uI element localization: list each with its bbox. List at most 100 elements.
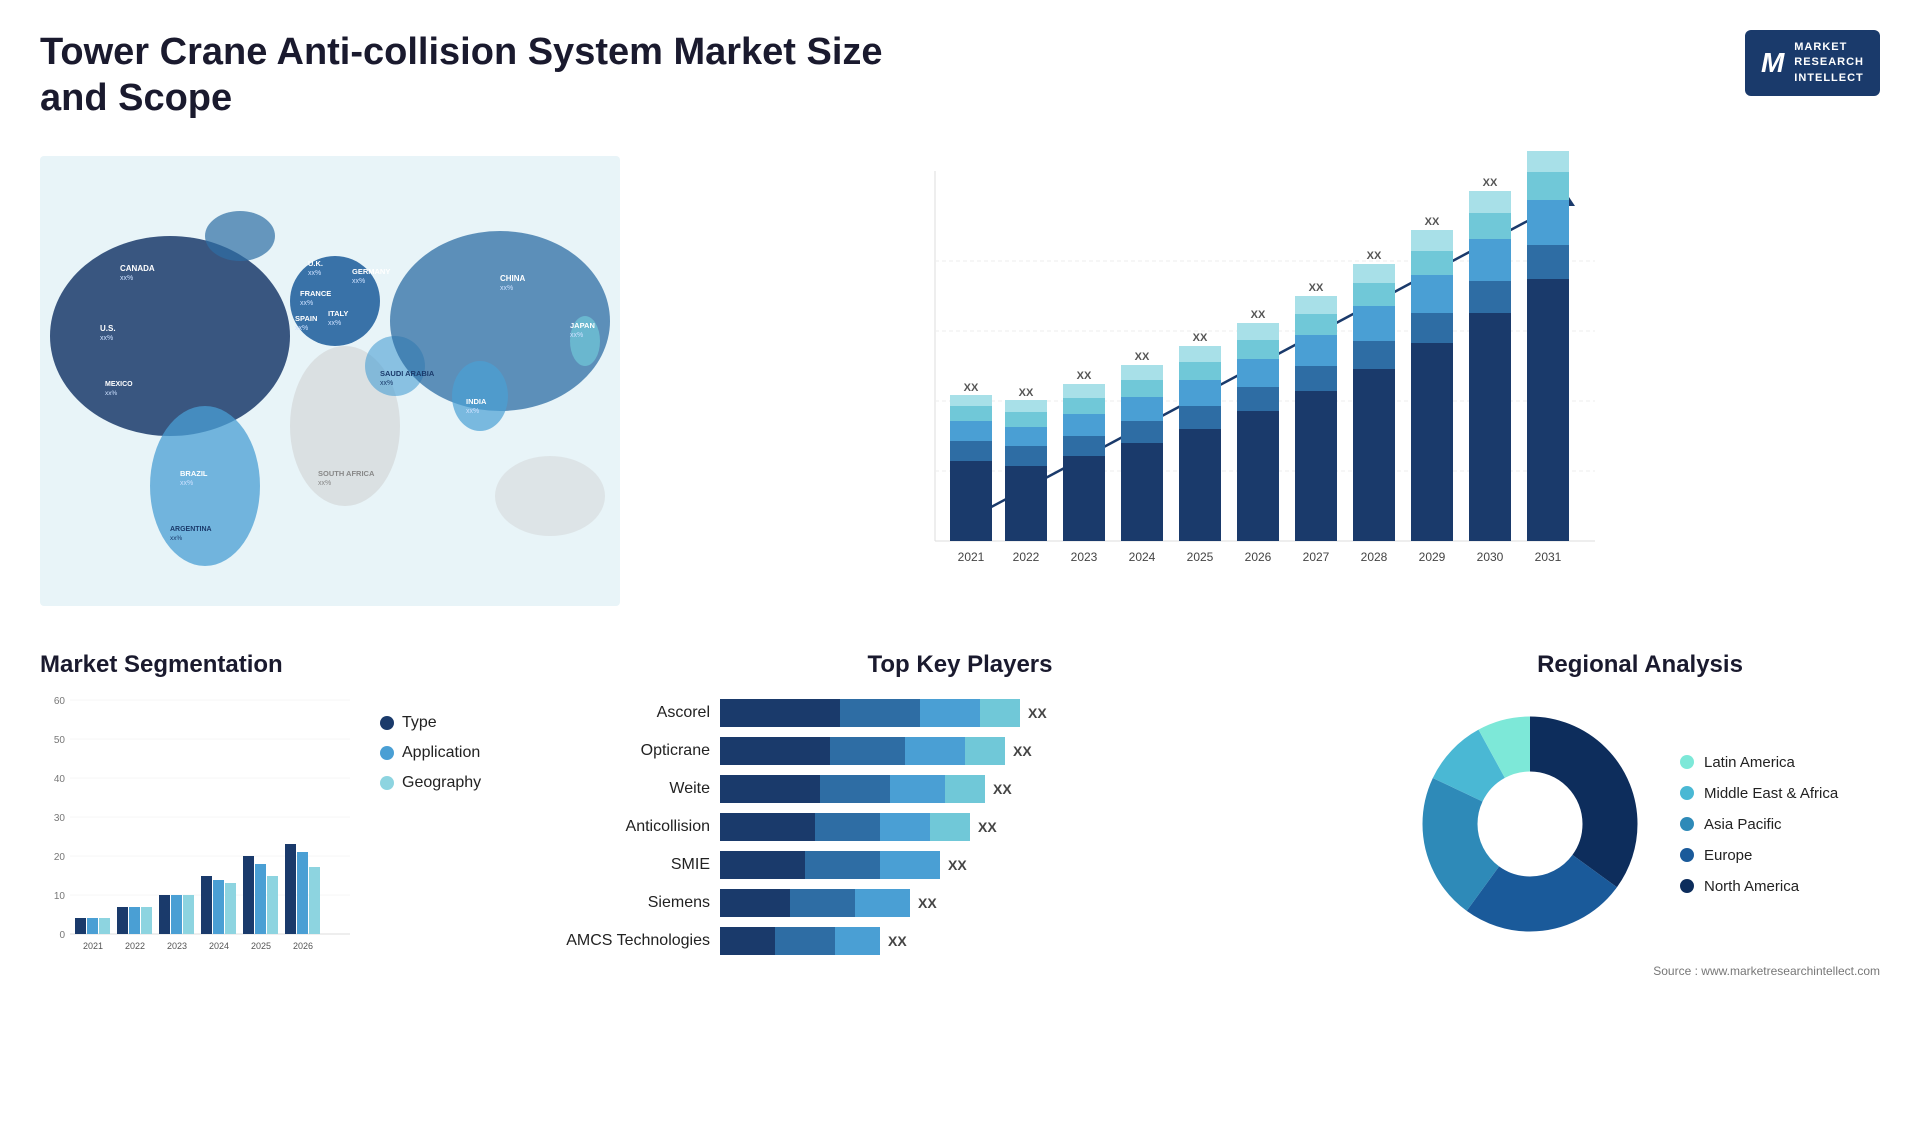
svg-text:2029: 2029 <box>1419 550 1446 564</box>
player-bar-ascorel: XX <box>720 699 1370 727</box>
legend-europe: Europe <box>1680 847 1838 864</box>
seg-chart: 0 10 20 30 40 50 60 <box>40 694 520 954</box>
player-name-amcs: AMCS Technologies <box>550 932 710 950</box>
svg-text:2022: 2022 <box>1013 550 1040 564</box>
player-bar-amcs: XX <box>720 927 1370 955</box>
player-xx-amcs: XX <box>888 933 907 949</box>
svg-text:2026: 2026 <box>1245 550 1272 564</box>
svg-text:2026: 2026 <box>293 941 313 951</box>
regional-title: Regional Analysis <box>1400 651 1880 679</box>
svg-text:INDIA: INDIA <box>466 397 487 406</box>
svg-text:ITALY: ITALY <box>328 309 348 318</box>
player-name-weite: Weite <box>550 780 710 798</box>
svg-text:xx%: xx% <box>308 270 321 277</box>
legend-dot-type <box>380 716 394 730</box>
player-bar-opticrane: XX <box>720 737 1370 765</box>
legend-label-geo: Geography <box>402 774 481 792</box>
svg-text:2024: 2024 <box>209 941 229 951</box>
svg-text:60: 60 <box>54 696 66 707</box>
svg-text:CHINA: CHINA <box>500 274 526 283</box>
svg-text:xx%: xx% <box>120 275 133 282</box>
svg-text:FRANCE: FRANCE <box>300 289 331 298</box>
svg-text:xx%: xx% <box>300 300 313 307</box>
svg-text:SAUDI ARABIA: SAUDI ARABIA <box>380 369 435 378</box>
svg-text:50: 50 <box>54 735 66 746</box>
legend-geography: Geography <box>380 774 481 792</box>
svg-text:xx%: xx% <box>180 480 193 487</box>
svg-text:CANADA: CANADA <box>120 264 155 273</box>
regional-section: Regional Analysis <box>1400 651 1880 978</box>
svg-text:XX: XX <box>1193 332 1208 344</box>
legend-text-mea: Middle East & Africa <box>1704 785 1838 802</box>
svg-text:2025: 2025 <box>1187 550 1214 564</box>
legend-north-america: North America <box>1680 878 1838 895</box>
svg-text:xx%: xx% <box>570 332 583 339</box>
bottom-grid: Market Segmentation 0 10 20 30 40 50 60 <box>40 651 1880 978</box>
svg-text:XX: XX <box>1483 177 1498 189</box>
svg-text:2021: 2021 <box>958 550 985 564</box>
list-item: SMIE XX <box>550 851 1370 879</box>
bar-chart-section: XX 2021 XX 2022 XX 2023 XX 20 <box>640 141 1880 621</box>
legend-application: Application <box>380 744 481 762</box>
svg-text:2024: 2024 <box>1129 550 1156 564</box>
svg-text:JAPAN: JAPAN <box>570 321 595 330</box>
svg-text:2030: 2030 <box>1477 550 1504 564</box>
legend-type: Type <box>380 714 481 732</box>
player-xx-opticrane: XX <box>1013 743 1032 759</box>
svg-text:10: 10 <box>54 891 66 902</box>
svg-text:U.K.: U.K. <box>308 259 323 268</box>
player-xx-anticollision: XX <box>978 819 997 835</box>
svg-text:XX: XX <box>1425 216 1440 228</box>
players-title: Top Key Players <box>868 651 1053 679</box>
svg-text:BRAZIL: BRAZIL <box>180 469 208 478</box>
legend-text-na: North America <box>1704 878 1799 895</box>
seg-legend: Type Application Geography <box>380 694 481 792</box>
legend-text-asia: Asia Pacific <box>1704 816 1782 833</box>
svg-text:U.S.: U.S. <box>100 324 116 333</box>
legend-latin-america: Latin America <box>1680 754 1838 771</box>
svg-text:2027: 2027 <box>1303 550 1330 564</box>
player-bar-smie: XX <box>720 851 1370 879</box>
svg-text:XX: XX <box>1077 370 1092 382</box>
legend-mea: Middle East & Africa <box>1680 785 1838 802</box>
player-xx-weite: XX <box>993 781 1012 797</box>
svg-text:xx%: xx% <box>295 325 308 332</box>
list-item: Ascorel XX <box>550 699 1370 727</box>
world-map-section: CANADA xx% U.S. xx% MEXICO xx% BRAZIL xx… <box>40 141 620 621</box>
logo-text: MARKET RESEARCH INTELLECT <box>1794 40 1864 86</box>
player-name-smie: SMIE <box>550 856 710 874</box>
segmentation-title: Market Segmentation <box>40 651 520 679</box>
player-xx-siemens: XX <box>918 895 937 911</box>
svg-text:ARGENTINA: ARGENTINA <box>170 526 212 533</box>
player-bar-siemens: XX <box>720 889 1370 917</box>
svg-text:20: 20 <box>54 852 66 863</box>
svg-text:XX: XX <box>1019 387 1034 399</box>
player-name-ascorel: Ascorel <box>550 704 710 722</box>
svg-text:2031: 2031 <box>1535 550 1562 564</box>
player-name-anticollision: Anticollision <box>550 818 710 836</box>
svg-text:40: 40 <box>54 774 66 785</box>
svg-text:xx%: xx% <box>100 335 113 342</box>
legend-label-app: Application <box>402 744 480 762</box>
legend-dot-app <box>380 746 394 760</box>
svg-text:XX: XX <box>1251 309 1266 321</box>
donut-chart <box>1400 694 1660 954</box>
svg-text:XX: XX <box>964 382 979 394</box>
list-item: Anticollision XX <box>550 813 1370 841</box>
svg-text:2028: 2028 <box>1361 550 1388 564</box>
svg-text:xx%: xx% <box>170 535 183 542</box>
page-header: Tower Crane Anti-collision System Market… <box>40 30 1880 121</box>
svg-text:XX: XX <box>1367 250 1382 262</box>
legend-asia-pacific: Asia Pacific <box>1680 816 1838 833</box>
player-xx-ascorel: XX <box>1028 705 1047 721</box>
svg-text:xx%: xx% <box>466 408 479 415</box>
list-item: Weite XX <box>550 775 1370 803</box>
svg-text:XX: XX <box>1309 282 1324 294</box>
seg-bar-chart: 0 10 20 30 40 50 60 <box>40 694 360 954</box>
svg-text:2022: 2022 <box>125 941 145 951</box>
world-map-svg: CANADA xx% U.S. xx% MEXICO xx% BRAZIL xx… <box>40 141 620 621</box>
source-text: Source : www.marketresearchintellect.com <box>1400 964 1880 978</box>
segmentation-section: Market Segmentation 0 10 20 30 40 50 60 <box>40 651 520 978</box>
player-xx-smie: XX <box>948 857 967 873</box>
main-bar-chart: XX 2021 XX 2022 XX 2023 XX 20 <box>650 151 1860 611</box>
